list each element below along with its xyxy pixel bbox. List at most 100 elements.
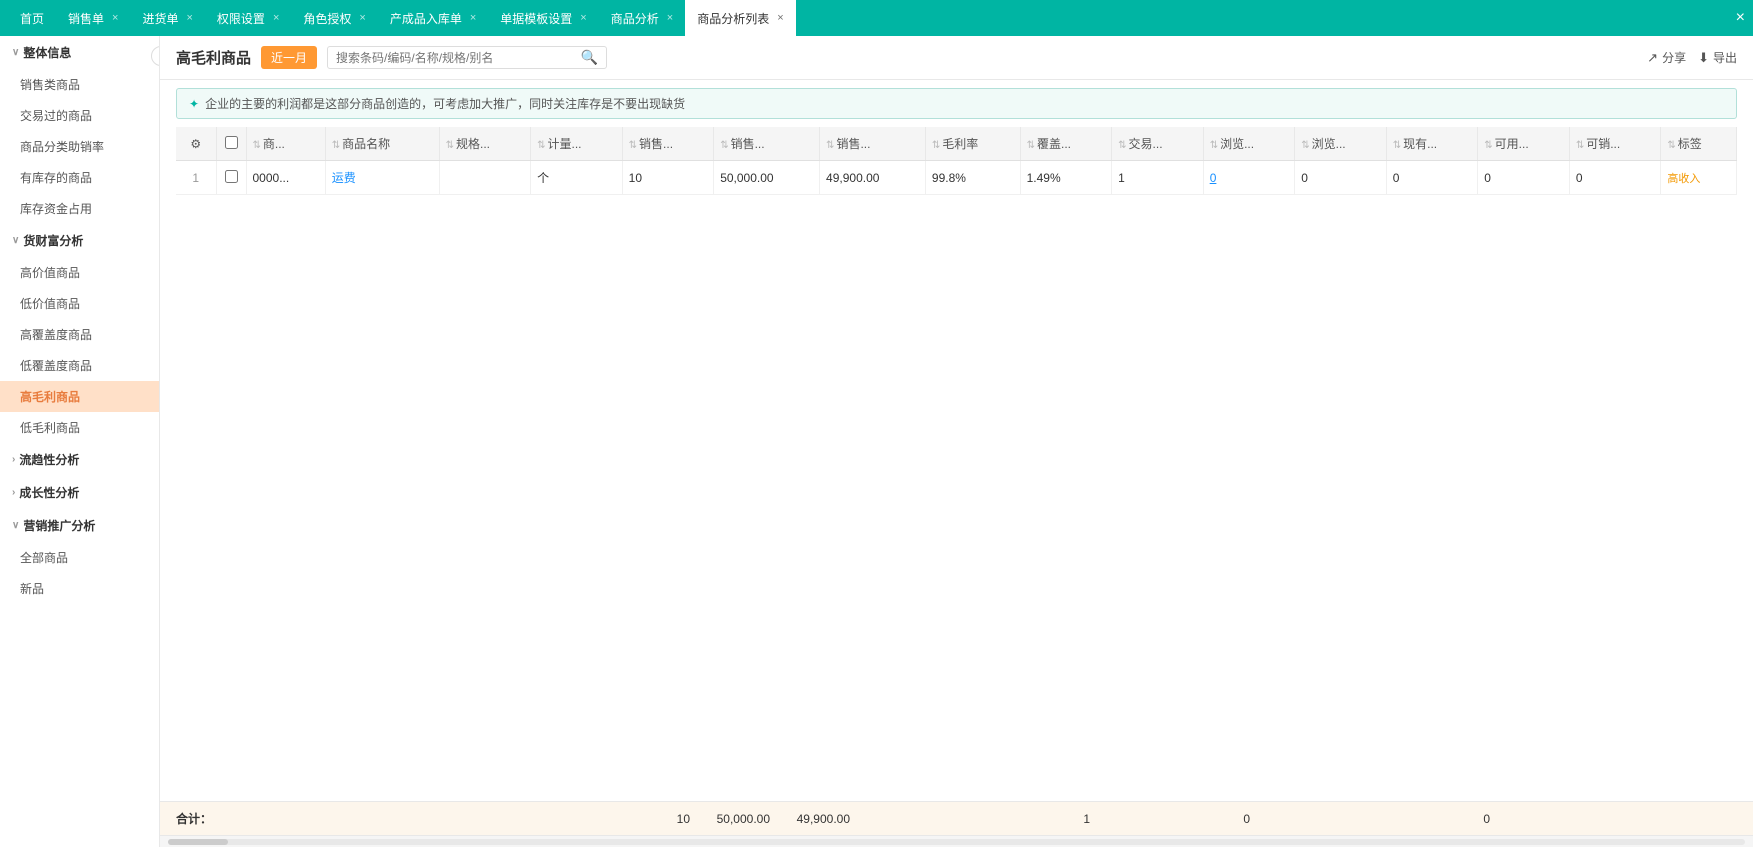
share-icon: ↗ xyxy=(1647,50,1658,66)
sidebar-item-low-value[interactable]: 低价值商品 xyxy=(0,288,159,319)
tab-permission-setting[interactable]: 权限设置 × xyxy=(205,0,291,36)
page-title: 高毛利商品 xyxy=(176,47,251,68)
close-icon[interactable]: × xyxy=(667,12,673,24)
column-spec[interactable]: ⇅规格... xyxy=(439,127,531,161)
row-index: 1 xyxy=(176,161,216,195)
column-current-stock[interactable]: ⇅现有... xyxy=(1386,127,1478,161)
column-browse2[interactable]: ⇅浏览... xyxy=(1295,127,1387,161)
column-name[interactable]: ⇅商品名称 xyxy=(325,127,439,161)
row-unit: 个 xyxy=(531,161,623,195)
table-container[interactable]: ⚙ ⇅商... ⇅商品名称 ⇅规格... ⇅计量... ⇅销售... ⇅销售..… xyxy=(160,127,1753,801)
sidebar-item-high-value[interactable]: 高价值商品 xyxy=(0,257,159,288)
info-banner: ✦ 企业的主要的利润都是这部分商品创造的，可考虑加大推广，同时关注库存是不要出现… xyxy=(176,88,1737,119)
footer-label: 合计： xyxy=(176,810,276,827)
sidebar-item-stock-capital[interactable]: 库存资金占用 xyxy=(0,193,159,224)
column-browse1[interactable]: ⇅浏览... xyxy=(1203,127,1295,161)
row-name[interactable]: 运费 xyxy=(325,161,439,195)
scroll-track[interactable] xyxy=(168,839,1745,845)
sidebar-item-sales-goods[interactable]: 销售类商品 xyxy=(0,69,159,100)
tab-product-analysis-list[interactable]: 商品分析列表 × xyxy=(685,0,795,36)
share-button[interactable]: ↗ 分享 xyxy=(1647,49,1686,66)
sidebar-item-high-coverage[interactable]: 高覆盖度商品 xyxy=(0,319,159,350)
tab-home[interactable]: 首页 xyxy=(8,0,56,36)
sidebar-item-category-sales-rate[interactable]: 商品分类助销率 xyxy=(0,131,159,162)
column-settings[interactable]: ⚙ xyxy=(176,127,216,161)
close-icon[interactable]: × xyxy=(470,12,476,24)
column-unit[interactable]: ⇅计量... xyxy=(531,127,623,161)
footer-trade-count: 1 xyxy=(1016,812,1096,826)
close-icon[interactable]: × xyxy=(186,12,192,24)
tab-template-setting[interactable]: 单据模板设置 × xyxy=(488,0,598,36)
row-trade-count: 1 xyxy=(1112,161,1204,195)
chevron-down-icon: ∨ xyxy=(12,520,19,531)
search-input[interactable] xyxy=(336,51,577,65)
search-icon[interactable]: 🔍 xyxy=(581,49,598,66)
column-available-stock[interactable]: ⇅可用... xyxy=(1478,127,1570,161)
column-checkbox[interactable] xyxy=(216,127,246,161)
row-sales-cost: 49,900.00 xyxy=(820,161,926,195)
sidebar-group-wealth[interactable]: ∨ 货财富分析 xyxy=(0,224,159,257)
sidebar-item-low-margin[interactable]: 低毛利商品 xyxy=(0,412,159,443)
row-browse1[interactable]: 0 xyxy=(1203,161,1295,195)
horizontal-scrollbar[interactable] xyxy=(160,835,1753,847)
info-icon: ✦ xyxy=(189,97,199,111)
sidebar-item-high-margin[interactable]: 高毛利商品 xyxy=(0,381,159,412)
row-saleable-stock: 0 xyxy=(1569,161,1661,195)
close-icon[interactable]: × xyxy=(112,12,118,24)
sidebar-item-traded-goods[interactable]: 交易过的商品 xyxy=(0,100,159,131)
sidebar-group-growth[interactable]: › 成长性分析 xyxy=(0,476,159,509)
tab-sales-order[interactable]: 销售单 × xyxy=(56,0,130,36)
column-coverage[interactable]: ⇅覆盖... xyxy=(1020,127,1112,161)
row-checkbox[interactable] xyxy=(216,161,246,195)
sidebar-item-low-coverage[interactable]: 低覆盖度商品 xyxy=(0,350,159,381)
sidebar-item-in-stock-goods[interactable]: 有库存的商品 xyxy=(0,162,159,193)
tab-purchase-order[interactable]: 进货单 × xyxy=(130,0,204,36)
tab-product-analysis[interactable]: 商品分析 × xyxy=(599,0,685,36)
close-all-button[interactable]: × xyxy=(1736,9,1745,27)
footer-browse2: 0 xyxy=(1176,812,1256,826)
tab-role-auth[interactable]: 角色授权 × xyxy=(291,0,377,36)
sidebar-item-all-goods[interactable]: 全部商品 xyxy=(0,542,159,573)
sidebar-group-marketing[interactable]: ∨ 营销推广分析 xyxy=(0,509,159,542)
table-footer: 合计： 10 50,000.00 49,900.00 1 0 0 xyxy=(160,801,1753,835)
column-sales-cost[interactable]: ⇅销售... xyxy=(820,127,926,161)
column-tag[interactable]: ⇅标签 xyxy=(1661,127,1737,161)
close-icon[interactable]: × xyxy=(777,12,783,24)
filter-recent-month-button[interactable]: 近一月 xyxy=(261,46,317,69)
sidebar-section-trend: › 流趋性分析 xyxy=(0,443,159,476)
column-saleable-stock[interactable]: ⇅可销... xyxy=(1569,127,1661,161)
close-icon[interactable]: × xyxy=(359,12,365,24)
footer-sales-cost: 49,900.00 xyxy=(776,812,856,826)
header-actions: ↗ 分享 ⬇ 导出 xyxy=(1647,49,1737,66)
scroll-thumb[interactable] xyxy=(168,839,228,845)
chevron-down-icon: ∨ xyxy=(12,235,19,246)
close-icon[interactable]: × xyxy=(273,12,279,24)
row-gross-margin: 99.8% xyxy=(925,161,1020,195)
footer-saleable-stock: 0 xyxy=(1416,812,1496,826)
chevron-right-icon: › xyxy=(12,487,15,498)
sidebar-section-overview: ∨ 整体信息 销售类商品 交易过的商品 商品分类助销率 有库存的商品 库存资金占… xyxy=(0,36,159,224)
sidebar-group-overview[interactable]: ∨ 整体信息 xyxy=(0,36,159,69)
sidebar-item-new-goods[interactable]: 新品 xyxy=(0,573,159,604)
close-icon[interactable]: × xyxy=(580,12,586,24)
sidebar-group-trend[interactable]: › 流趋性分析 xyxy=(0,443,159,476)
top-navigation: 首页 销售单 × 进货单 × 权限设置 × 角色授权 × 产成品入库单 × 单据… xyxy=(0,0,1753,36)
row-sales-amount: 50,000.00 xyxy=(714,161,820,195)
search-box[interactable]: 🔍 xyxy=(327,46,607,69)
row-available-stock: 0 xyxy=(1478,161,1570,195)
row-coverage: 1.49% xyxy=(1020,161,1112,195)
column-code[interactable]: ⇅商... xyxy=(246,127,325,161)
select-all-checkbox[interactable] xyxy=(225,136,238,149)
column-gross-margin[interactable]: ⇅毛利率 xyxy=(925,127,1020,161)
column-sales-qty[interactable]: ⇅销售... xyxy=(622,127,714,161)
chevron-down-icon: ∨ xyxy=(12,47,19,58)
tab-product-inbound[interactable]: 产成品入库单 × xyxy=(378,0,488,36)
export-button[interactable]: ⬇ 导出 xyxy=(1698,49,1737,66)
row-browse2: 0 xyxy=(1295,161,1387,195)
column-sales-amount[interactable]: ⇅销售... xyxy=(714,127,820,161)
table-header-row: ⚙ ⇅商... ⇅商品名称 ⇅规格... ⇅计量... ⇅销售... ⇅销售..… xyxy=(176,127,1737,161)
row-select-checkbox[interactable] xyxy=(225,170,238,183)
export-icon: ⬇ xyxy=(1698,50,1709,66)
column-trade-count[interactable]: ⇅交易... xyxy=(1112,127,1204,161)
row-sales-qty: 10 xyxy=(622,161,714,195)
